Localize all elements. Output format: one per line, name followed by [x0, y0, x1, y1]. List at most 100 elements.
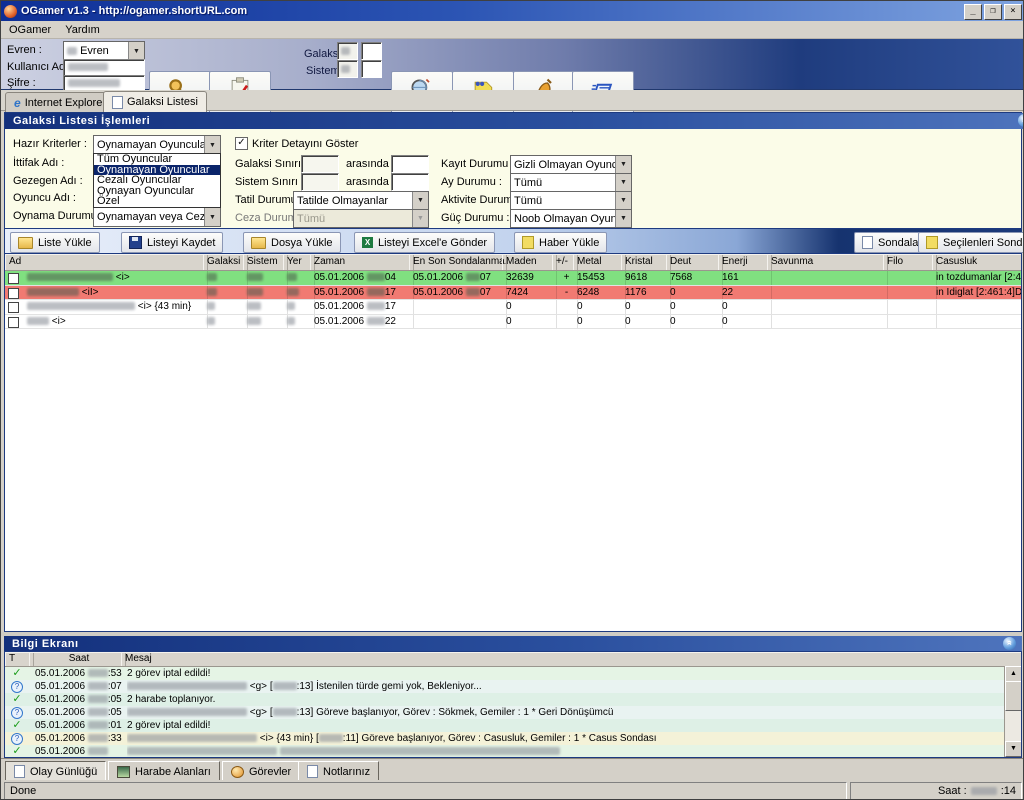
col-sistem[interactable]: Sistem: [243, 254, 288, 270]
save-disk-icon: [129, 236, 142, 249]
listeyi-kaydet-button[interactable]: Listeyi Kaydet: [121, 232, 224, 253]
excel-gonder-button[interactable]: X Listeyi Excel'e Gönder: [354, 232, 496, 253]
liste-yukle-button[interactable]: Liste Yükle: [10, 232, 100, 253]
hazir-kriterler-select[interactable]: Oynamayan Oyuncular ▼: [93, 135, 221, 155]
col-galaksi[interactable]: Galaksi: [203, 254, 248, 270]
ay-durumu-label: Ay Durumu :: [441, 176, 502, 188]
log-row[interactable]: ✓ 05.01.2006 :53 2 görev iptal edildi!: [5, 667, 1021, 680]
col-saat[interactable]: Saat: [29, 652, 126, 666]
col-kristal[interactable]: Kristal: [621, 254, 671, 270]
col-enson[interactable]: En Son Sondalanma...: [409, 254, 507, 270]
toolbar: Evren : Evren ▼ Kullanıcı Adı : Şifre : …: [1, 39, 1023, 134]
col-savunma[interactable]: Savunma: [767, 254, 888, 270]
menu-yardim[interactable]: Yardım: [65, 24, 100, 36]
dropdown-option[interactable]: Tüm Oyuncular: [94, 154, 220, 165]
tab-notlariniz[interactable]: Notlarınız: [298, 761, 380, 782]
list-page-icon: [112, 95, 123, 109]
scroll-up-icon[interactable]: ▲: [1005, 666, 1021, 682]
criteria-header: Galaksi Listesi İşlemleri «: [5, 113, 1023, 129]
log-row[interactable]: ? 05.01.2006 :05 <g> [:13] Göreve başlan…: [5, 706, 1021, 719]
success-check-icon: ✓: [12, 719, 22, 731]
aktivite-durumu-select[interactable]: Tümü ▼: [510, 191, 632, 210]
bottom-tab-strip: Olay Günlüğü Harabe Alanları Görevler No…: [1, 758, 1023, 782]
log-row[interactable]: ? 05.01.2006 :07 <g> [:13] İstenilen tür…: [5, 680, 1021, 693]
tab-gorevler[interactable]: Görevler: [222, 761, 301, 782]
sistem-to-input[interactable]: [361, 60, 382, 78]
chevron-down-icon[interactable]: ▼: [615, 174, 631, 191]
guc-durumu-label: Güç Durumu :: [441, 212, 510, 224]
sistem-sinir-to[interactable]: [391, 173, 429, 191]
status-bar: Done Saat : :14: [1, 780, 1023, 799]
tab-internet-explorer[interactable]: e Internet Explorer: [5, 92, 116, 112]
kayit-durumu-select[interactable]: Gizli Olmayan Oyuncular ▼: [510, 155, 632, 174]
dropdown-option[interactable]: Cezalı Oyuncular: [94, 175, 220, 186]
evren-label: Evren :: [7, 44, 42, 56]
ay-durumu-select[interactable]: Tümü ▼: [510, 173, 632, 192]
kriter-detay-checkbox[interactable]: ✓: [235, 137, 248, 150]
arasinda-label-2: arasında: [346, 176, 389, 188]
status-text: Done: [4, 781, 847, 799]
scrollbar[interactable]: ▲ ▼: [1004, 666, 1021, 757]
tab-galaksi-listesi[interactable]: Galaksi Listesi: [103, 91, 207, 112]
chevron-down-icon[interactable]: ▼: [412, 192, 428, 209]
probe-icon: [862, 236, 873, 249]
galaksi-sinir-from[interactable]: [301, 155, 339, 173]
app-window: OGamer v1.3 - http://ogamer.shortURL.com…: [0, 0, 1024, 800]
menu-bar: OGamer Yardım: [1, 21, 1023, 39]
log-row-partial[interactable]: ✓ 05.01.2006: [5, 745, 1021, 757]
dropdown-option[interactable]: Özel: [94, 196, 220, 207]
title-bar: OGamer v1.3 - http://ogamer.shortURL.com…: [1, 1, 1023, 21]
col-deut[interactable]: Deut: [666, 254, 723, 270]
tab-harabe-alanlari[interactable]: Harabe Alanları: [108, 761, 220, 782]
col-zaman[interactable]: Zaman: [310, 254, 414, 270]
oyuncu-label: Oyuncu Adı :: [13, 192, 76, 204]
tab-olay-gunlugu[interactable]: Olay Günlüğü: [5, 761, 107, 782]
chevron-down-icon[interactable]: ▼: [615, 192, 631, 209]
collapse-panel-icon[interactable]: «: [1018, 114, 1023, 127]
galaksi-to-input[interactable]: [361, 42, 382, 60]
chevron-down-icon[interactable]: ▼: [204, 208, 220, 226]
question-bubble-icon: ?: [11, 681, 23, 693]
secilenleri-sondala-button[interactable]: Seçilenleri Sondala: [918, 232, 1023, 253]
col-filo[interactable]: Filo: [883, 254, 937, 270]
chevron-down-icon[interactable]: ▼: [615, 156, 631, 173]
kullanici-input[interactable]: [63, 59, 145, 76]
log-row[interactable]: ✓ 05.01.2006 :05 2 harabe toplanıyor.: [5, 693, 1021, 706]
action-bar: Liste Yükle Listeyi Kaydet Dosya Yükle X…: [4, 229, 1023, 254]
sistem-from-input[interactable]: [337, 60, 358, 78]
log-row[interactable]: ✓ 05.01.2006 :01 2 görev iptal edildi!: [5, 719, 1021, 732]
chevron-down-icon[interactable]: ▼: [128, 42, 144, 60]
scroll-down-icon[interactable]: ▼: [1005, 741, 1021, 757]
col-casusluk[interactable]: Casusluk: [932, 254, 1021, 270]
col-maden[interactable]: Maden: [502, 254, 557, 270]
col-ad[interactable]: Ad: [5, 254, 208, 270]
kriter-detay-label: Kriter Detayını Göster: [252, 138, 359, 150]
dosya-yukle-button[interactable]: Dosya Yükle: [243, 232, 341, 253]
col-mesaj[interactable]: Mesaj: [121, 652, 1021, 666]
col-enerji[interactable]: Enerji: [718, 254, 772, 270]
table-row[interactable]: <i> {43 min} 05.01.2006 17 0 0 0 0 0: [5, 300, 1021, 315]
guc-durumu-select[interactable]: Noob Olmayan Oyuncular ▼: [510, 209, 632, 228]
scroll-thumb[interactable]: [1005, 681, 1021, 711]
haber-yukle-button[interactable]: Haber Yükle: [514, 232, 608, 253]
minimize-icon[interactable]: _: [964, 4, 982, 20]
restore-icon[interactable]: ❐: [984, 4, 1002, 20]
table-row[interactable]: <i> 05.01.2006 22 0 0 0 0 0: [5, 314, 1021, 329]
galaksi-sinir-to[interactable]: [391, 155, 429, 173]
galaksi-from-input[interactable]: [337, 42, 358, 60]
sondala-button[interactable]: Sondala: [854, 232, 927, 253]
collapse-panel-icon[interactable]: «: [1003, 637, 1016, 650]
close-icon[interactable]: ×: [1004, 4, 1022, 20]
chevron-down-icon[interactable]: ▼: [615, 210, 631, 227]
log-row[interactable]: ? 05.01.2006 :33 <i> {43 min} [:11] Göre…: [5, 732, 1021, 745]
table-row[interactable]: <iI> 05.01.2006 17 05.01.2006 07 7424 - …: [5, 285, 1021, 300]
table-row[interactable]: <i> 05.01.2006 04 05.01.2006 07 32639 + …: [5, 271, 1021, 286]
evren-select[interactable]: Evren ▼: [63, 41, 145, 61]
question-bubble-icon: ?: [11, 707, 23, 719]
col-metal[interactable]: Metal: [573, 254, 626, 270]
chevron-down-icon[interactable]: ▼: [204, 136, 220, 154]
oynama-durumu-select[interactable]: Oynamayan veya Cezalılar ▼: [93, 207, 221, 227]
sistem-sinir-from[interactable]: [301, 173, 339, 191]
tatil-durumu-select[interactable]: Tatilde Olmayanlar ▼: [293, 191, 429, 210]
menu-ogamer[interactable]: OGamer: [9, 24, 51, 36]
